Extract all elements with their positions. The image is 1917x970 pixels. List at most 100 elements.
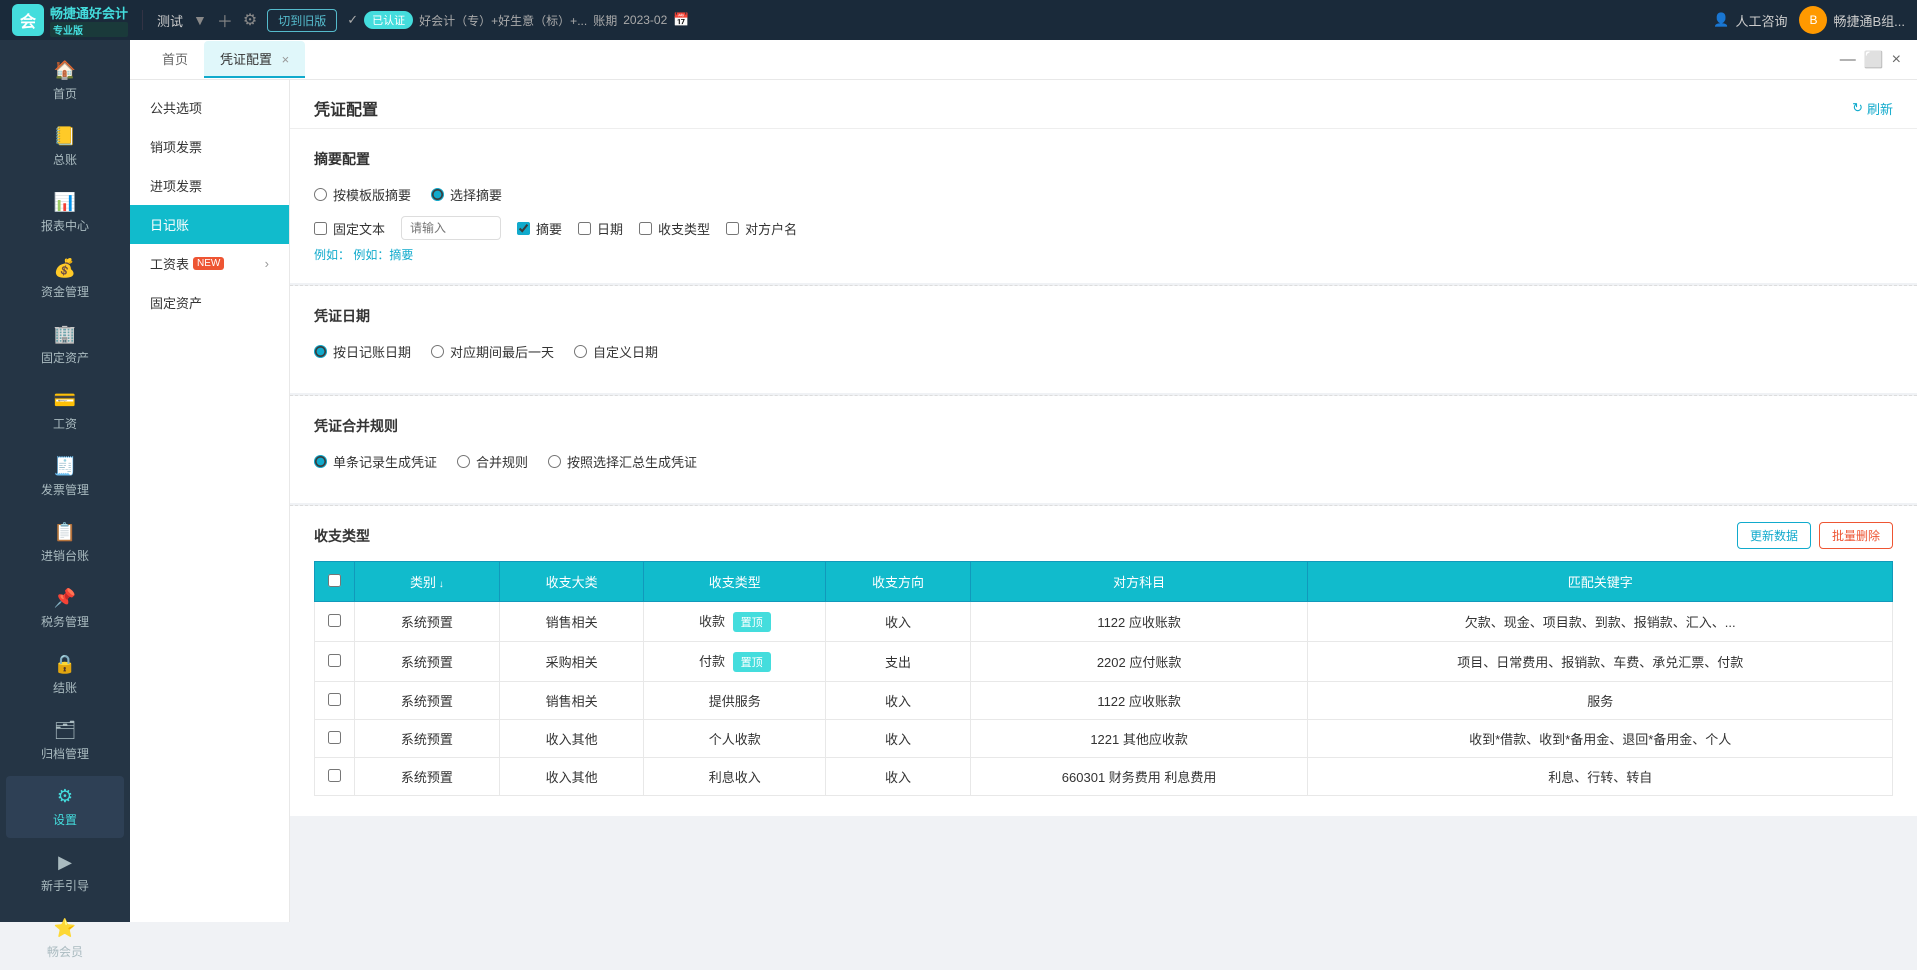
member-icon: ⭐ <box>54 918 76 939</box>
radio-journal-date-input[interactable] <box>314 345 327 358</box>
radio-select-input[interactable] <box>431 188 444 201</box>
counterpart-checkbox[interactable] <box>726 222 739 235</box>
top-sep1 <box>142 10 143 30</box>
radio-total[interactable]: 按照选择汇总生成凭证 <box>548 452 697 471</box>
tab-maximize-btn[interactable]: ⬜ <box>1864 50 1884 70</box>
tab-minimize-btn[interactable]: — <box>1840 50 1856 70</box>
help-area[interactable]: 👤 人工咨询 <box>1713 11 1787 30</box>
radio-custom-date-input[interactable] <box>574 345 587 358</box>
td-check-2[interactable] <box>315 682 355 720</box>
test-label: 测试 <box>157 11 183 30</box>
radio-single-input[interactable] <box>314 455 327 468</box>
report-icon: 📊 <box>54 192 76 213</box>
tag-btn-0[interactable]: 置顶 <box>733 612 771 632</box>
radio-single-record[interactable]: 单条记录生成凭证 <box>314 452 437 471</box>
td-check-3[interactable] <box>315 720 355 758</box>
sidebar-item-salary[interactable]: 💳 工资 <box>6 380 124 442</box>
add-icon[interactable]: ＋ <box>217 8 233 32</box>
row-checkbox-0[interactable] <box>328 614 341 627</box>
row-checkbox-3[interactable] <box>328 731 341 744</box>
td-check-4[interactable] <box>315 758 355 796</box>
td-keywords-2: 服务 <box>1308 682 1893 720</box>
switch-btn[interactable]: 切到旧版 <box>267 9 337 32</box>
checkbox-date[interactable]: 日期 <box>578 219 623 238</box>
td-check-0[interactable] <box>315 602 355 642</box>
app-layout: 🏠 首页 📒 总账 📊 报表中心 💰 资金管理 🏢 固定资产 💳 工资 🧾 发票… <box>0 40 1917 922</box>
tag-btn-1[interactable]: 置顶 <box>733 652 771 672</box>
merge-section: 凭证合并规则 单条记录生成凭证 合并规则 按照选择汇总生成凭证 <box>290 396 1917 503</box>
fixed-text-input[interactable] <box>401 216 501 240</box>
left-nav-purchase-invoice[interactable]: 进项发票 <box>130 166 289 205</box>
dropdown-icon[interactable]: ▼ <box>193 12 207 28</box>
sidebar-item-settings[interactable]: ⚙ 设置 <box>6 776 124 838</box>
row-checkbox-4[interactable] <box>328 769 341 782</box>
income-type-checkbox[interactable] <box>639 222 652 235</box>
asset-icon: 🏢 <box>54 324 76 345</box>
row-checkbox-2[interactable] <box>328 693 341 706</box>
tab-config[interactable]: 凭证配置 × <box>204 41 305 78</box>
left-nav-fixed-assets[interactable]: 固定资产 <box>130 283 289 322</box>
sidebar-label-settings: 设置 <box>53 811 77 828</box>
user-name: 畅捷通B组... <box>1833 11 1905 30</box>
sidebar-item-guide[interactable]: ▶ 新手引导 <box>6 842 124 904</box>
date-checkbox[interactable] <box>578 222 591 235</box>
sidebar-item-member[interactable]: ⭐ 畅会员 <box>6 908 124 970</box>
tab-close-window-btn[interactable]: × <box>1892 50 1901 70</box>
sidebar-item-report[interactable]: 📊 报表中心 <box>6 182 124 244</box>
calendar-icon[interactable]: 📅 <box>673 12 689 28</box>
left-nav-payroll[interactable]: 工资表 NEW › <box>130 244 289 283</box>
radio-template-input[interactable] <box>314 188 327 201</box>
sidebar-item-tax[interactable]: 📌 税务管理 <box>6 578 124 640</box>
th-check[interactable] <box>315 562 355 602</box>
user-area[interactable]: B 畅捷通B组... <box>1799 6 1905 34</box>
row-checkbox-1[interactable] <box>328 654 341 667</box>
category-sort[interactable]: 类别 <box>410 575 444 590</box>
left-nav-sales-invoice[interactable]: 销项发票 <box>130 127 289 166</box>
radio-period-last-input[interactable] <box>431 345 444 358</box>
th-category[interactable]: 类别 <box>355 562 500 602</box>
radio-merge-rule[interactable]: 合并规则 <box>457 452 528 471</box>
radio-journal-date[interactable]: 按日记账日期 <box>314 342 411 361</box>
summary-section: 摘要配置 按模板版摘要 选择摘要 <box>290 129 1917 283</box>
sidebar-item-home[interactable]: 🏠 首页 <box>6 50 124 112</box>
td-major-1: 采购相关 <box>499 642 644 682</box>
checkbox-counterpart[interactable]: 对方户名 <box>726 219 797 238</box>
radio-total-input[interactable] <box>548 455 561 468</box>
sidebar-item-asset[interactable]: 🏢 固定资产 <box>6 314 124 376</box>
left-nav-public[interactable]: 公共选项 <box>130 88 289 127</box>
sidebar-item-ledger[interactable]: 📒 总账 <box>6 116 124 178</box>
tab-close-btn[interactable]: × <box>282 52 290 67</box>
sidebar-item-close[interactable]: 🔒 结账 <box>6 644 124 706</box>
sidebar-label-member: 畅会员 <box>47 943 83 960</box>
sidebar-item-purchase[interactable]: 📋 进销台账 <box>6 512 124 574</box>
radio-template-summary[interactable]: 按模板版摘要 <box>314 185 411 204</box>
radio-merge-rule-label: 合并规则 <box>476 452 528 471</box>
ledger-icon: 📒 <box>54 126 76 147</box>
sidebar-item-fund[interactable]: 💰 资金管理 <box>6 248 124 310</box>
td-type-text-0: 收款 <box>699 614 725 629</box>
settings-gear-icon: ⚙ <box>57 786 73 807</box>
radio-merge-rule-input[interactable] <box>457 455 470 468</box>
date-label: 日期 <box>597 219 623 238</box>
radio-select-summary[interactable]: 选择摘要 <box>431 185 502 204</box>
refresh-btn[interactable]: ↻ 刷新 <box>1852 99 1893 118</box>
checkbox-income-type[interactable]: 收支类型 <box>639 219 710 238</box>
sidebar-label-close: 结账 <box>53 679 77 696</box>
td-category-0: 系统预置 <box>355 602 500 642</box>
checkbox-summary[interactable]: 摘要 <box>517 219 562 238</box>
sidebar-item-invoice[interactable]: 🧾 发票管理 <box>6 446 124 508</box>
radio-period-last[interactable]: 对应期间最后一天 <box>431 342 554 361</box>
radio-custom-date[interactable]: 自定义日期 <box>574 342 658 361</box>
sidebar-item-archive[interactable]: 🗂 归档管理 <box>6 710 124 772</box>
tab-home[interactable]: 首页 <box>146 41 204 78</box>
batch-delete-btn[interactable]: 批量删除 <box>1819 522 1893 549</box>
summary-checkbox[interactable] <box>517 222 530 235</box>
fixed-text-checkbox[interactable] <box>314 222 327 235</box>
update-btn[interactable]: 更新数据 <box>1737 522 1811 549</box>
income-expense-table: 类别 收支大类 收支类型 收支方向 对方科目 匹配关键字 <box>314 561 1893 796</box>
left-nav-journal[interactable]: 日记账 <box>130 205 289 244</box>
select-all-checkbox[interactable] <box>328 574 341 587</box>
td-check-1[interactable] <box>315 642 355 682</box>
checkbox-fixed-text[interactable]: 固定文本 <box>314 219 385 238</box>
settings-icon[interactable]: ⚙ <box>243 10 257 30</box>
